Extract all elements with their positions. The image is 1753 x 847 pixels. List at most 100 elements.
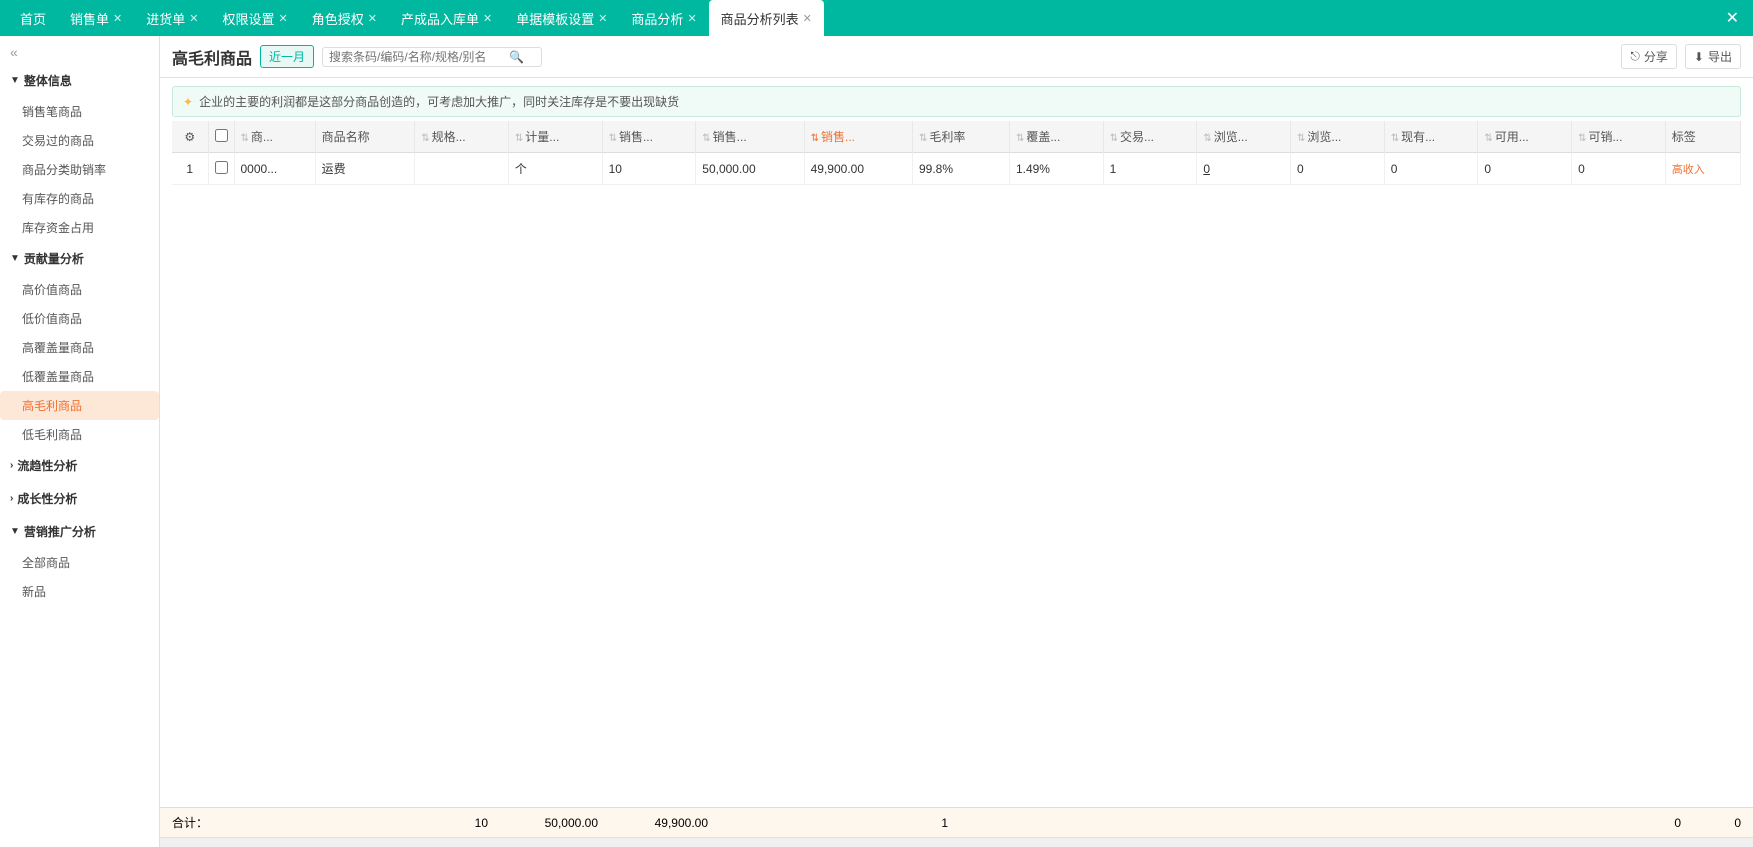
col-trade: ⇅交易... — [1103, 121, 1197, 153]
nav-product-warehousing-label: 产成品入库单 — [401, 9, 479, 28]
settings-icon[interactable]: ⚙ — [184, 130, 195, 144]
nav-permissions-label: 权限设置 — [222, 9, 274, 28]
arrow-overall: ▼ — [10, 75, 20, 86]
date-filter-btn[interactable]: 近一月 — [260, 45, 314, 68]
nav-product-analysis-list-label: 商品分析列表 — [721, 9, 799, 28]
sidebar-group-growth[interactable]: › 成长性分析 — [0, 482, 159, 515]
tag-label: 高收入 — [1672, 164, 1705, 176]
col-spec: ⇅规格... — [415, 121, 509, 153]
search-icon[interactable]: 🔍 — [509, 50, 524, 64]
sidebar-group-contribution[interactable]: ▼ 贡献量分析 — [0, 242, 159, 275]
sidebar-item-sales-products[interactable]: 销售笔商品 — [0, 97, 159, 126]
cell-checkbox — [208, 153, 234, 185]
sidebar-item-traded-products[interactable]: 交易过的商品 — [0, 126, 159, 155]
sidebar-group-trend-label: 流趋性分析 — [17, 457, 77, 474]
sidebar-item-category-assist[interactable]: 商品分类助销率 — [0, 155, 159, 184]
col-coverage: ⇅覆盖... — [1009, 121, 1103, 153]
col-gross-rate: ⇅毛利率 — [912, 121, 1009, 153]
sidebar: « ▼ 整体信息 销售笔商品 交易过的商品 商品分类助销率 有库存的商品 库存资… — [0, 36, 160, 847]
sidebar-item-low-coverage[interactable]: 低覆盖量商品 — [0, 362, 159, 391]
share-label: 分享 — [1644, 48, 1668, 65]
page-title: 高毛利商品 — [172, 45, 252, 69]
cell-gross-rate: 99.8% — [912, 153, 1009, 185]
sidebar-collapse-btn[interactable]: « — [10, 44, 18, 60]
nav-product-analysis-list-close[interactable]: ✕ — [803, 12, 812, 25]
search-box: 🔍 — [322, 47, 542, 67]
cell-spec — [415, 153, 509, 185]
col-index: ⚙ — [172, 121, 208, 153]
cell-trade: 1 — [1103, 153, 1197, 185]
footer-sales2: 50,000.00 — [508, 816, 598, 830]
sidebar-item-high-coverage[interactable]: 高覆盖量商品 — [0, 333, 159, 362]
sidebar-item-all-products[interactable]: 全部商品 — [0, 548, 159, 577]
nav-product-analysis-label: 商品分析 — [631, 9, 683, 28]
nav-product-analysis[interactable]: 商品分析 ✕ — [619, 0, 708, 36]
select-all-checkbox[interactable] — [215, 129, 228, 142]
search-input[interactable] — [329, 50, 509, 64]
sidebar-item-low-margin[interactable]: 低毛利商品 — [0, 420, 159, 449]
sidebar-item-new-products[interactable]: 新品 — [0, 577, 159, 606]
export-icon: ⬇ — [1694, 50, 1704, 64]
nav-purchase[interactable]: 进货单 ✕ — [134, 0, 210, 36]
sidebar-item-low-value[interactable]: 低价值商品 — [0, 304, 159, 333]
footer-current: 0 — [1641, 816, 1681, 830]
content-area: 高毛利商品 近一月 🔍 ⎋ 分享 ⬇ 导出 ✦ 企业的主要的利润都是这部分商品创… — [160, 36, 1753, 847]
info-banner-text: 企业的主要的利润都是这部分商品创造的，可考虑加大推广，同时关注库存是不要出现缺货 — [199, 93, 679, 110]
cell-index: 1 — [172, 153, 208, 185]
cell-current: 0 — [1384, 153, 1478, 185]
nav-roles[interactable]: 角色授权 ✕ — [300, 0, 389, 36]
nav-purchase-close[interactable]: ✕ — [189, 12, 198, 25]
col-sales2: ⇅销售... — [696, 121, 804, 153]
share-button[interactable]: ⎋ 分享 — [1621, 44, 1677, 69]
arrow-trend: › — [10, 460, 13, 471]
nav-template-settings-close[interactable]: ✕ — [598, 12, 607, 25]
nav-roles-close[interactable]: ✕ — [368, 12, 377, 25]
arrow-marketing: ▼ — [10, 526, 20, 537]
col-sales1: ⇅销售... — [602, 121, 696, 153]
nav-sales-close[interactable]: ✕ — [113, 12, 122, 25]
cell-sales2: 50,000.00 — [696, 153, 804, 185]
nav-sales[interactable]: 销售单 ✕ — [58, 0, 134, 36]
nav-product-warehousing[interactable]: 产成品入库单 ✕ — [389, 0, 504, 36]
cell-sales1: 10 — [602, 153, 696, 185]
nav-permissions[interactable]: 权限设置 ✕ — [210, 0, 299, 36]
nav-product-warehousing-close[interactable]: ✕ — [483, 12, 492, 25]
cell-sellable: 0 — [1572, 153, 1666, 185]
cell-name: 运费 — [315, 153, 415, 185]
footer-label: 合计： — [172, 814, 208, 831]
nav-product-analysis-list[interactable]: 商品分析列表 ✕ — [709, 0, 824, 36]
sidebar-item-high-value[interactable]: 高价值商品 — [0, 275, 159, 304]
sidebar-group-marketing[interactable]: ▼ 营销推广分析 — [0, 515, 159, 548]
horizontal-scrollbar[interactable] — [160, 837, 1753, 847]
window-close-btn[interactable]: ✕ — [1720, 8, 1745, 28]
cell-browse2: 0 — [1291, 153, 1385, 185]
cell-tag: 高收入 — [1665, 153, 1740, 185]
browse-link[interactable]: 0 — [1203, 162, 1210, 176]
sidebar-item-stock-capital[interactable]: 库存资金占用 — [0, 213, 159, 242]
nav-template-settings[interactable]: 单据模板设置 ✕ — [504, 0, 619, 36]
col-current: ⇅现有... — [1384, 121, 1478, 153]
nav-home[interactable]: 首页 — [8, 0, 58, 36]
sidebar-group-marketing-label: 营销推广分析 — [24, 523, 96, 540]
sidebar-item-high-margin[interactable]: 高毛利商品 — [0, 391, 159, 420]
nav-sales-label: 销售单 — [70, 9, 109, 28]
col-code: ⇅商... — [234, 121, 315, 153]
nav-permissions-close[interactable]: ✕ — [279, 12, 288, 25]
table-body: 1 0000... 运费 个 10 50,000.00 49,900.00 99… — [172, 153, 1741, 185]
col-name: 商品名称 — [315, 121, 415, 153]
sidebar-group-trend[interactable]: › 流趋性分析 — [0, 449, 159, 482]
top-navigation: 首页 销售单 ✕ 进货单 ✕ 权限设置 ✕ 角色授权 ✕ 产成品入库单 ✕ 单据… — [0, 0, 1753, 36]
export-label: 导出 — [1708, 48, 1732, 65]
main-layout: « ▼ 整体信息 销售笔商品 交易过的商品 商品分类助销率 有库存的商品 库存资… — [0, 36, 1753, 847]
sidebar-item-in-stock[interactable]: 有库存的商品 — [0, 184, 159, 213]
sidebar-group-contribution-label: 贡献量分析 — [24, 250, 84, 267]
cell-browse1: 0 — [1197, 153, 1291, 185]
row-checkbox[interactable] — [215, 161, 228, 174]
share-icon: ⎋ — [1630, 49, 1640, 64]
export-button[interactable]: ⬇ 导出 — [1685, 44, 1741, 69]
col-tag: 标签 — [1665, 121, 1740, 153]
cell-coverage: 1.49% — [1009, 153, 1103, 185]
footer-trade: 1 — [908, 816, 948, 830]
nav-product-analysis-close[interactable]: ✕ — [687, 12, 696, 25]
sidebar-group-overall[interactable]: ▼ 整体信息 — [0, 64, 159, 97]
